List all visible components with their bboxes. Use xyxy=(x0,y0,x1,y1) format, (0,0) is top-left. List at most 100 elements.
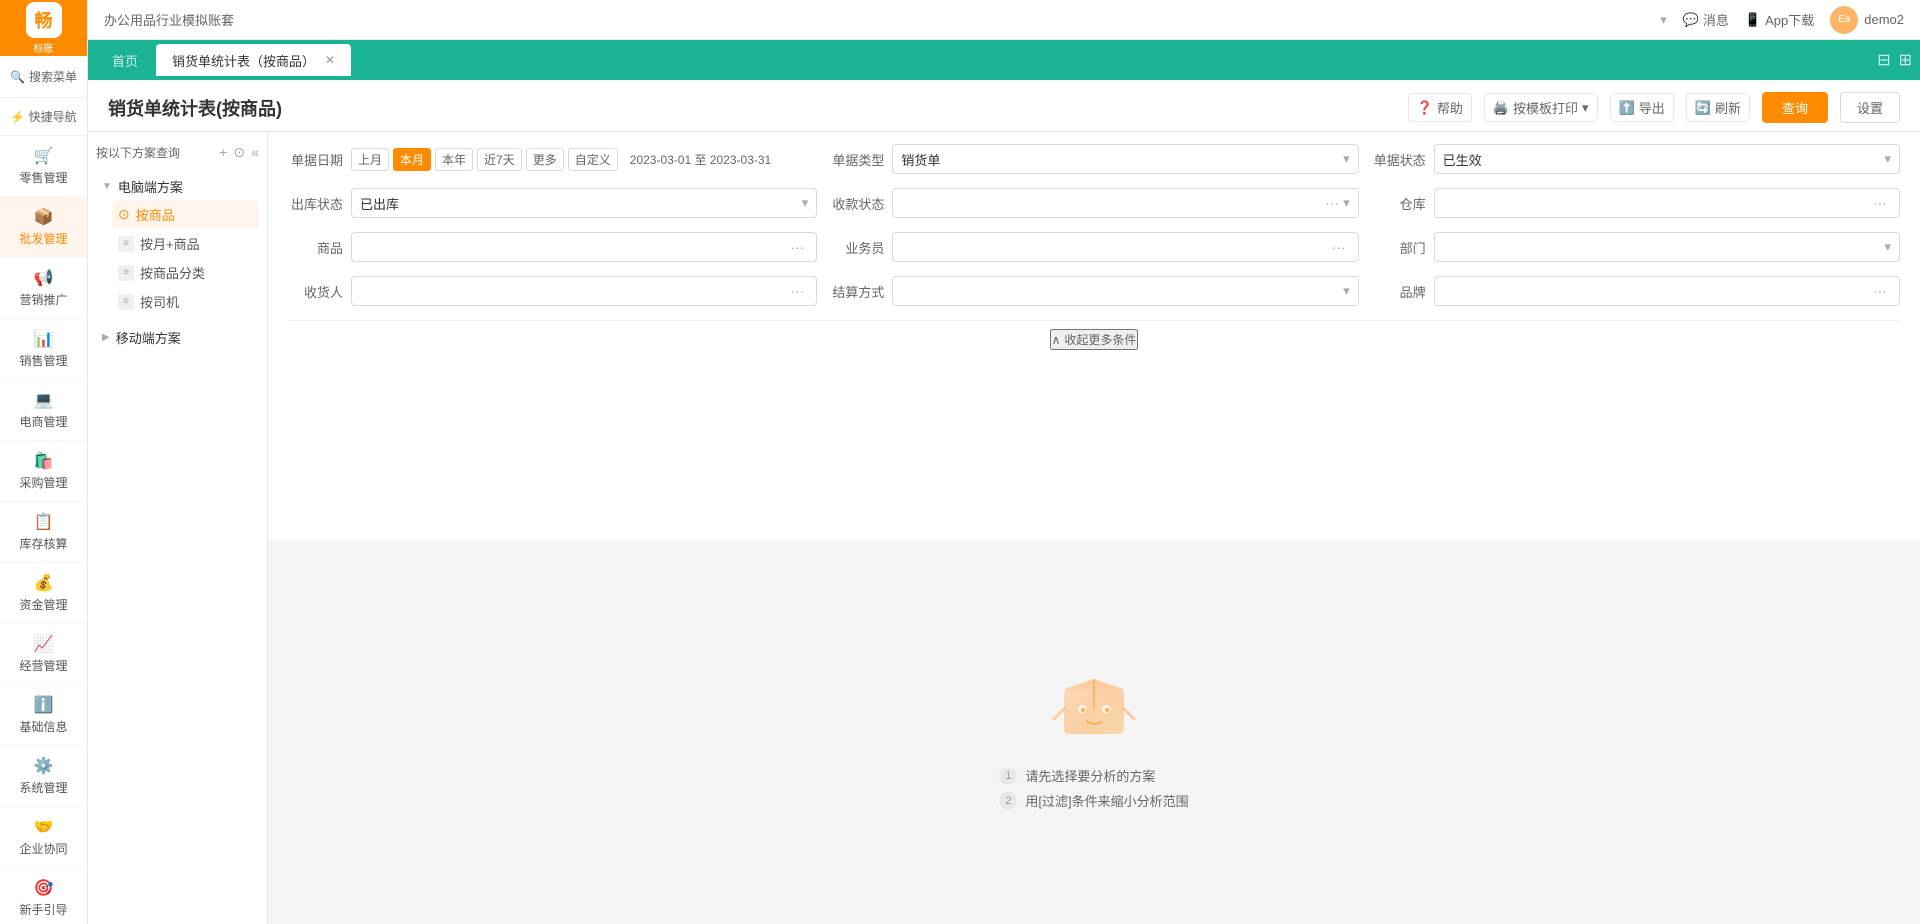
app-download-action[interactable]: 📱 App下载 xyxy=(1745,10,1814,29)
date-btn-current-year[interactable]: 本年 xyxy=(435,148,473,171)
retail-label: 零售管理 xyxy=(19,169,67,186)
date-btn-current-month[interactable]: 本月 xyxy=(393,148,431,171)
date-control: 上月 本月 本年 近7天 更多 自定义 2023-03-01 至 2023-03… xyxy=(351,148,817,171)
brand-more-icon[interactable]: ··· xyxy=(1869,283,1891,299)
tab-home-label: 首页 xyxy=(112,51,138,70)
collapse-up-icon: ∧ xyxy=(1052,333,1061,347)
category-icon: ≡ xyxy=(118,265,134,281)
collapse-button[interactable]: ∧ 收起更多条件 xyxy=(1050,329,1139,350)
recipient-more-icon[interactable]: ··· xyxy=(786,283,808,299)
sidebar-item-marketing[interactable]: 📢 营销推广 xyxy=(0,258,87,319)
tab-close-icon[interactable]: ✕ xyxy=(325,53,335,67)
refresh-label: 刷新 xyxy=(1715,98,1741,117)
finance-label: 资金管理 xyxy=(19,596,67,613)
tree-pc-children: ⊙ 按商品 ≡ 按月+商品 ≡ 按商品分类 ≡ xyxy=(96,200,259,316)
quick-nav-button[interactable]: ⚡ 快捷导航 xyxy=(0,102,87,131)
system-icon: ⚙️ xyxy=(34,756,54,776)
goods-control: ··· xyxy=(351,232,817,262)
retail-icon: 🛒 xyxy=(34,146,54,166)
filter-settlement: 结算方式 ▾ xyxy=(829,276,1358,306)
doc-status-dropdown-icon[interactable]: ▾ xyxy=(1884,151,1891,167)
out-status-dropdown-icon[interactable]: ▾ xyxy=(802,195,809,211)
message-action[interactable]: 💬 消息 xyxy=(1683,10,1729,29)
add-scheme-icon[interactable]: + xyxy=(219,144,227,161)
filter-doc-status: 单据状态 已生效 ▾ xyxy=(1371,144,1900,174)
sidebar-item-inventory[interactable]: 📋 库存核算 xyxy=(0,502,87,563)
sidebar-item-wholesale[interactable]: 📦 批发管理 xyxy=(0,197,87,258)
month-goods-icon: ≡ xyxy=(118,236,134,252)
page-header: 销货单统计表(按商品) ❓ 帮助 🖨️ 按模板打印 ▾ ⬆️ 导出 🔄 刷新 xyxy=(88,80,1920,132)
top-header: 办公用品行业模拟账套 ▾ 💬 消息 📱 App下载 Ea demo2 xyxy=(88,0,1920,40)
sidebar-item-guide[interactable]: 🎯 新手引导 xyxy=(0,868,87,924)
search-menu-button[interactable]: 🔍 搜索菜单 xyxy=(6,64,81,89)
help-button[interactable]: ❓ 帮助 xyxy=(1408,93,1472,122)
warehouse-control: ··· xyxy=(1434,188,1900,218)
sidebar-item-management[interactable]: 📈 经营管理 xyxy=(0,624,87,685)
marketing-icon: 📢 xyxy=(34,268,54,288)
main-content: 办公用品行业模拟账套 ▾ 💬 消息 📱 App下载 Ea demo2 首页 xyxy=(88,0,1920,924)
goods-more-icon[interactable]: ··· xyxy=(786,239,808,255)
logo-text: 标账 xyxy=(34,40,54,55)
filter-payment-status: 收款状态 ··· ▾ xyxy=(829,188,1358,218)
sidebar-item-finance[interactable]: 💰 资金管理 xyxy=(0,563,87,624)
sidebar-item-retail[interactable]: 🛒 零售管理 xyxy=(0,136,87,197)
sidebar-item-system[interactable]: ⚙️ 系统管理 xyxy=(0,746,87,807)
app-logo[interactable]: 畅 标账 xyxy=(0,0,87,56)
collapse-nav-icon[interactable]: « xyxy=(251,144,259,161)
doc-type-control: 销货单 ▾ xyxy=(892,144,1358,174)
template-print-button[interactable]: 🖨️ 按模板打印 ▾ xyxy=(1484,93,1598,122)
tree-item-by-goods[interactable]: ⊙ 按商品 xyxy=(112,200,259,229)
date-btn-last-month[interactable]: 上月 xyxy=(351,148,389,171)
filter-brand: 品牌 ··· xyxy=(1371,276,1900,306)
filter-date: 单据日期 上月 本月 本年 近7天 更多 自定义 20 xyxy=(288,148,817,171)
payment-status-more-icon[interactable]: ··· xyxy=(1321,195,1343,211)
date-btn-more[interactable]: 更多 xyxy=(526,148,564,171)
doc-type-dropdown-icon[interactable]: ▾ xyxy=(1343,151,1350,167)
tree-item-by-month-goods[interactable]: ≡ 按月+商品 xyxy=(112,229,259,258)
salesperson-more-icon[interactable]: ··· xyxy=(1328,239,1350,255)
sidebar-item-cooperation[interactable]: 🤝 企业协同 xyxy=(0,807,87,868)
quick-nav-label: 快捷导航 xyxy=(29,110,77,124)
sidebar-item-basic-info[interactable]: ℹ️ 基础信息 xyxy=(0,685,87,746)
edit-scheme-icon[interactable]: ⊙ xyxy=(233,144,245,161)
payment-status-dropdown-icon[interactable]: ▾ xyxy=(1343,195,1350,211)
settlement-dropdown-icon[interactable]: ▾ xyxy=(1343,283,1350,299)
empty-illustration xyxy=(1044,654,1144,754)
filter-warehouse: 仓库 ··· xyxy=(1371,188,1900,218)
user-action[interactable]: Ea demo2 xyxy=(1830,6,1904,34)
right-panel: 单据日期 上月 本月 本年 近7天 更多 自定义 20 xyxy=(268,132,1920,924)
tab-sales-stat[interactable]: 销货单统计表（按商品） ✕ xyxy=(156,44,351,76)
tree-pc-label[interactable]: ▼ 电脑端方案 xyxy=(96,173,259,200)
date-quick-btn-group: 上月 本月 本年 近7天 更多 自定义 xyxy=(351,148,618,171)
finance-icon: 💰 xyxy=(34,573,54,593)
sidebar-search-section: 🔍 搜索菜单 xyxy=(0,56,87,98)
date-btn-custom[interactable]: 自定义 xyxy=(568,148,618,171)
filter-row-3: 商品 ··· 业务员 ··· xyxy=(288,232,1900,262)
tab-home[interactable]: 首页 xyxy=(96,44,154,76)
sidebar-item-purchase[interactable]: 🛍️ 采购管理 xyxy=(0,441,87,502)
query-button[interactable]: 查询 xyxy=(1762,92,1828,123)
tab-minimize-icon[interactable]: ⊟ xyxy=(1877,50,1890,70)
tree-item-by-driver[interactable]: ≡ 按司机 xyxy=(112,287,259,316)
filter-dept: 部门 ▾ xyxy=(1371,232,1900,262)
cooperation-icon: 🤝 xyxy=(34,817,54,837)
dept-control: ▾ xyxy=(1434,232,1900,262)
tip-num-2: 2 xyxy=(999,792,1017,810)
message-label: 消息 xyxy=(1703,10,1729,29)
sidebar-item-sales[interactable]: 📊 销售管理 xyxy=(0,319,87,380)
sidebar-item-ecommerce[interactable]: 💻 电商管理 xyxy=(0,380,87,441)
warehouse-more-icon[interactable]: ··· xyxy=(1869,195,1891,211)
dropdown-icon[interactable]: ▾ xyxy=(1660,12,1667,28)
message-icon: 💬 xyxy=(1683,12,1699,28)
template-print-arrow: ▾ xyxy=(1582,100,1589,116)
search-icon: 🔍 xyxy=(10,70,25,84)
settings-button[interactable]: 设置 xyxy=(1840,92,1900,123)
dept-dropdown-icon[interactable]: ▾ xyxy=(1884,239,1891,255)
out-status-label: 出库状态 xyxy=(288,194,343,213)
tab-maximize-icon[interactable]: ⊞ xyxy=(1899,50,1912,70)
date-btn-7days[interactable]: 近7天 xyxy=(477,148,522,171)
tree-item-by-category[interactable]: ≡ 按商品分类 xyxy=(112,258,259,287)
tree-mobile-label[interactable]: ▶ 移动端方案 xyxy=(96,324,259,351)
refresh-button[interactable]: 🔄 刷新 xyxy=(1686,93,1750,122)
export-button[interactable]: ⬆️ 导出 xyxy=(1610,93,1674,122)
